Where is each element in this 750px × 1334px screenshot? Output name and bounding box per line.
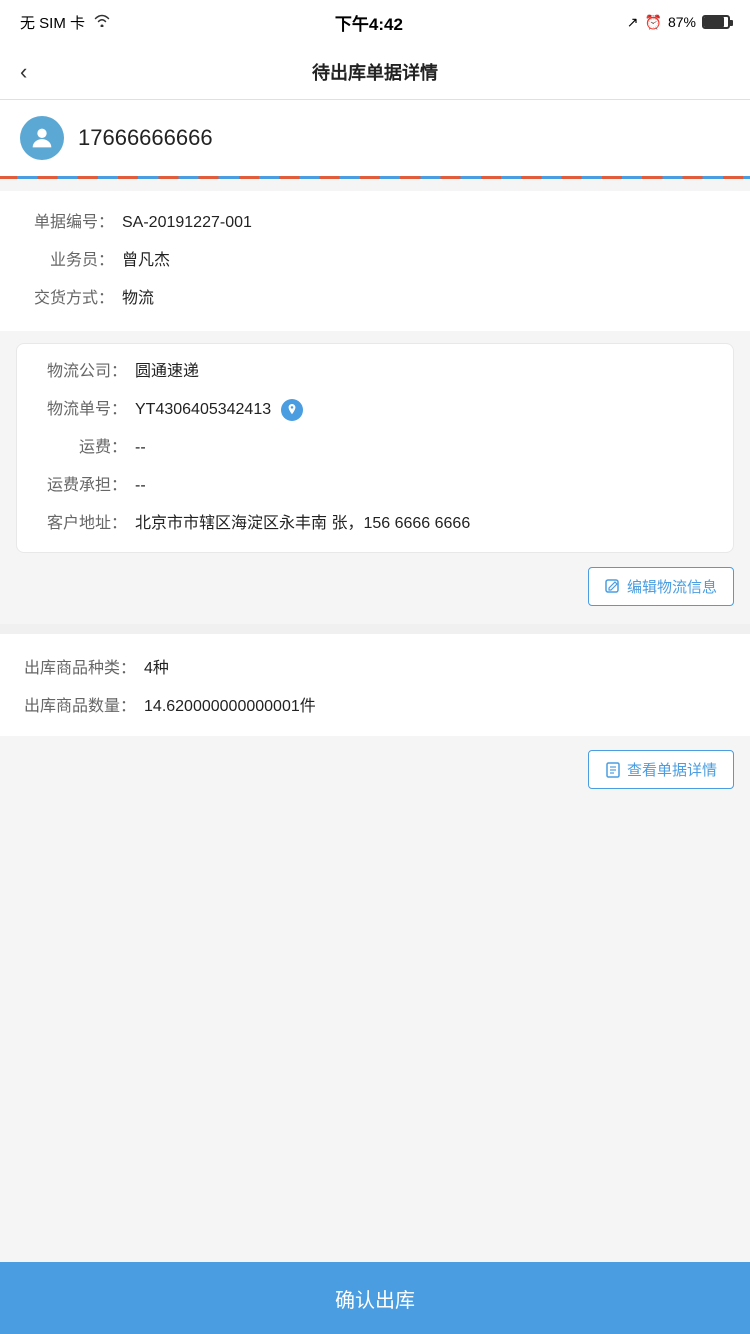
- goods-qty-value: 14.620000000000001件: [144, 692, 316, 716]
- order-no-value: SA-20191227-001: [122, 211, 726, 235]
- section-divider: [0, 624, 750, 634]
- tracking-row: 物流单号： YT4306405342413: [37, 398, 713, 422]
- delivery-label: 交货方式：: [24, 287, 114, 311]
- freight-bearer-row: 运费承担： --: [37, 474, 713, 498]
- edit-logistics-button[interactable]: 编辑物流信息: [588, 567, 734, 606]
- status-left: 无 SIM 卡: [20, 12, 111, 33]
- freight-bearer-value: --: [135, 474, 713, 498]
- document-icon: [605, 762, 621, 778]
- goods-section: 出库商品种类： 4种 出库商品数量： 14.620000000000001件: [0, 634, 750, 736]
- customer-header: 17666666666: [0, 100, 750, 179]
- goods-qty-row: 出库商品数量： 14.620000000000001件: [24, 692, 726, 716]
- goods-type-label: 出库商品种类：: [24, 654, 136, 678]
- logistics-company-label: 物流公司：: [37, 360, 127, 384]
- edit-logistics-btn-container: 编辑物流信息: [16, 567, 734, 610]
- confirm-button-label: 确认出库: [335, 1284, 415, 1313]
- tracking-value: YT4306405342413: [135, 398, 713, 422]
- back-button[interactable]: ‹: [20, 51, 35, 93]
- status-right: ↗ ⏰ 87%: [627, 14, 730, 31]
- battery-icon: [702, 15, 730, 29]
- wifi-icon: [93, 13, 111, 31]
- goods-qty-label: 出库商品数量：: [24, 692, 136, 716]
- salesman-row: 业务员： 曾凡杰: [24, 249, 726, 273]
- status-time: 下午4:42: [335, 10, 403, 35]
- freight-row: 运费： --: [37, 436, 713, 460]
- confirm-bar[interactable]: 确认出库: [0, 1262, 750, 1334]
- address-row: 客户地址： 北京市市辖区海淀区永丰南 张，156 6666 6666: [37, 512, 713, 536]
- nav-bar: ‹ 待出库单据详情: [0, 44, 750, 100]
- logistics-card: 物流公司： 圆通速递 物流单号： YT4306405342413 运费： -- …: [16, 343, 734, 553]
- goods-type-row: 出库商品种类： 4种: [24, 654, 726, 678]
- tracking-label: 物流单号：: [37, 398, 127, 422]
- customer-phone: 17666666666: [78, 125, 213, 151]
- freight-label: 运费：: [37, 436, 127, 460]
- page-title: 待出库单据详情: [312, 59, 438, 85]
- salesman-label: 业务员：: [24, 249, 114, 273]
- address-label: 客户地址：: [37, 512, 127, 536]
- edit-icon: [605, 579, 621, 595]
- logistics-company-value: 圆通速递: [135, 360, 713, 384]
- logistics-company-row: 物流公司： 圆通速递: [37, 360, 713, 384]
- freight-value: --: [135, 436, 713, 460]
- salesman-value: 曾凡杰: [122, 249, 726, 273]
- goods-type-value: 4种: [144, 654, 169, 678]
- sim-status: 无 SIM 卡: [20, 12, 85, 33]
- address-value: 北京市市辖区海淀区永丰南 张，156 6666 6666: [135, 512, 713, 536]
- status-bar: 无 SIM 卡 下午4:42 ↗ ⏰ 87%: [0, 0, 750, 44]
- order-no-row: 单据编号： SA-20191227-001: [24, 211, 726, 235]
- alarm-icon: ⏰: [645, 14, 662, 31]
- delivery-row: 交货方式： 物流: [24, 287, 726, 311]
- view-detail-btn-container: 查看单据详情: [16, 750, 734, 793]
- view-detail-button[interactable]: 查看单据详情: [588, 750, 734, 789]
- battery-pct: 87%: [668, 14, 696, 30]
- avatar: [20, 116, 64, 160]
- bottom-spacer: [0, 793, 750, 933]
- location-pin-icon[interactable]: [281, 399, 303, 421]
- order-no-label: 单据编号：: [24, 211, 114, 235]
- order-info-section: 单据编号： SA-20191227-001 业务员： 曾凡杰 交货方式： 物流: [0, 191, 750, 331]
- freight-bearer-label: 运费承担：: [37, 474, 127, 498]
- user-avatar-icon: [28, 124, 56, 152]
- gps-icon: ↗: [627, 14, 639, 31]
- delivery-value: 物流: [122, 287, 726, 311]
